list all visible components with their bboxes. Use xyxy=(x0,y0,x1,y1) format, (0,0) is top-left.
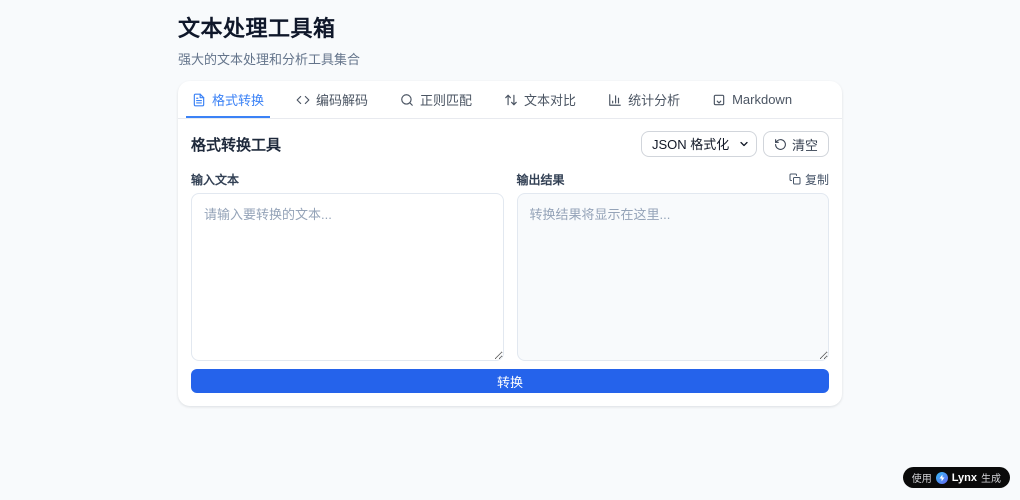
tab-encode-decode[interactable]: 编码解码 xyxy=(290,81,374,118)
markdown-icon xyxy=(712,93,726,107)
bar-chart-icon xyxy=(608,93,622,107)
tab-label: Markdown xyxy=(732,92,793,107)
tab-statistics[interactable]: 统计分析 xyxy=(602,81,686,118)
page-container: 文本处理工具箱 强大的文本处理和分析工具集合 格式转换 编码解码 正则匹配 文本… xyxy=(178,0,842,406)
tab-markdown[interactable]: Markdown xyxy=(706,81,798,118)
output-textarea[interactable] xyxy=(516,193,829,361)
badge-suffix: 生成 xyxy=(981,474,1001,485)
page-subtitle: 强大的文本处理和分析工具集合 xyxy=(178,52,361,67)
arrow-up-down-icon xyxy=(504,93,518,107)
tab-label: 文本对比 xyxy=(524,93,577,108)
tab-label: 编码解码 xyxy=(316,93,369,108)
tab-regex-match[interactable]: 正则匹配 xyxy=(394,81,478,118)
main-card: 格式转换 编码解码 正则匹配 文本对比 统计分析 Markdown 格式转换工具… xyxy=(178,81,842,406)
file-text-icon xyxy=(192,93,206,107)
input-label: 输入文本 xyxy=(191,172,240,187)
clear-button-label: 清空 xyxy=(791,137,818,153)
clear-button[interactable]: 清空 xyxy=(762,131,829,157)
tab-label: 格式转换 xyxy=(212,93,265,108)
input-column: 输入文本 xyxy=(191,170,504,361)
lynx-generated-badge[interactable]: 使用 Lynx 生成 xyxy=(902,467,1010,488)
tab-text-compare[interactable]: 文本对比 xyxy=(498,81,582,118)
panel-title: 格式转换工具 xyxy=(191,136,282,154)
badge-brand: Lynx xyxy=(951,471,977,484)
output-column: 输出结果 复制 xyxy=(516,170,830,361)
code-icon xyxy=(296,93,310,107)
search-icon xyxy=(400,93,414,107)
rotate-ccw-icon xyxy=(774,138,787,151)
tab-label: 统计分析 xyxy=(628,93,681,108)
io-grid: 输入文本 输出结果 复制 xyxy=(191,170,829,361)
input-header: 输入文本 xyxy=(191,170,504,188)
tab-label: 正则匹配 xyxy=(420,93,473,108)
lynx-logo-icon xyxy=(935,471,948,484)
output-header: 输出结果 复制 xyxy=(517,170,830,188)
badge-prefix: 使用 xyxy=(911,474,932,485)
tab-bar: 格式转换 编码解码 正则匹配 文本对比 统计分析 Markdown xyxy=(178,81,842,119)
panel-controls: JSON 格式化 清空 xyxy=(640,131,829,157)
mode-select[interactable]: JSON 格式化 xyxy=(640,131,757,157)
copy-button-label: 复制 xyxy=(804,172,829,187)
output-label: 输出结果 xyxy=(516,172,565,187)
copy-icon xyxy=(789,173,801,185)
format-convert-panel: 格式转换工具 JSON 格式化 清空 输入文本 请输入要转换的文本... 输出结… xyxy=(178,119,842,406)
page-title: 文本处理工具箱 xyxy=(178,16,336,41)
input-textarea[interactable] xyxy=(191,193,504,361)
tab-format-convert[interactable]: 格式转换 xyxy=(186,81,271,118)
panel-header: 格式转换工具 JSON 格式化 清空 xyxy=(191,131,829,157)
copy-button[interactable]: 复制 xyxy=(789,171,829,188)
mode-select-wrap: JSON 格式化 xyxy=(640,131,757,157)
convert-button[interactable]: 转换 xyxy=(191,369,829,393)
